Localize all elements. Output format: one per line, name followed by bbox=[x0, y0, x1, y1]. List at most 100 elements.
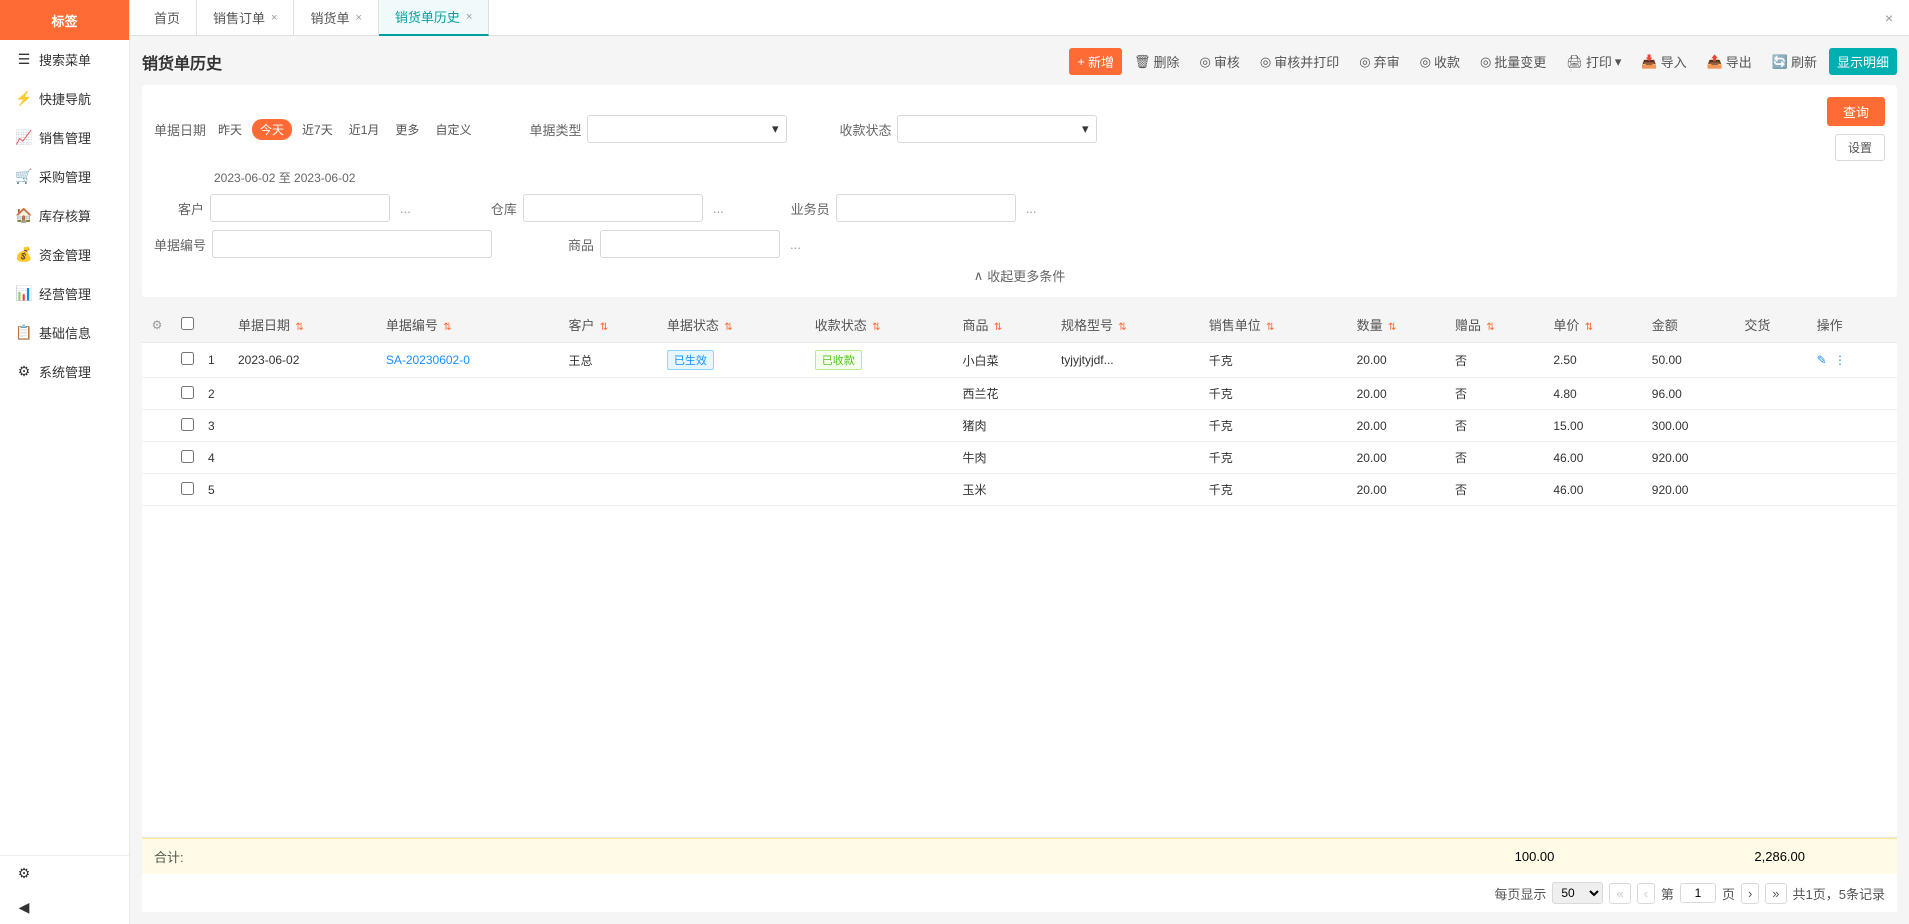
goods-ellipsis[interactable]: ... bbox=[786, 235, 805, 254]
col-unit-price[interactable]: 单价 ⇅ bbox=[1547, 307, 1645, 343]
page-header: 销货单历史 + 新增 🗑 删除 ◎ 审核 ◎ 审核并打印 bbox=[142, 48, 1897, 75]
date-btn-more[interactable]: 更多 bbox=[389, 119, 425, 140]
basic-info-icon: 📋 bbox=[15, 324, 33, 342]
date-btn-custom[interactable]: 自定义 bbox=[429, 119, 477, 140]
print-dropdown-icon: ▾ bbox=[1615, 54, 1622, 70]
tab-sales-order-close[interactable]: × bbox=[271, 12, 277, 24]
sidebar-item-quick-nav[interactable]: ⚡ 快捷导航 bbox=[0, 79, 129, 118]
sidebar-item-search-menu[interactable]: ☰ 搜索菜单 bbox=[0, 40, 129, 79]
delete-button[interactable]: 🗑 删除 bbox=[1126, 48, 1188, 75]
salesperson-input[interactable] bbox=[836, 194, 1016, 222]
row4-gift: 否 bbox=[1449, 442, 1547, 474]
sidebar-item-ops-mgmt[interactable]: 📊 经营管理 bbox=[0, 274, 129, 313]
row5-no: 5 bbox=[202, 474, 232, 506]
tab-sales-history[interactable]: 销货单历史 × bbox=[379, 0, 489, 36]
audit-button[interactable]: ◎ 审核 bbox=[1192, 48, 1248, 75]
sidebar-item-sales-mgmt[interactable]: 📈 销售管理 bbox=[0, 118, 129, 157]
row5-gift: 否 bbox=[1449, 474, 1547, 506]
page-number-input[interactable] bbox=[1680, 883, 1716, 903]
query-button[interactable]: 查询 bbox=[1827, 97, 1885, 126]
col-trade: 交货 bbox=[1738, 307, 1810, 343]
abandon-button[interactable]: ◎ 弃审 bbox=[1351, 48, 1407, 75]
col-quantity[interactable]: 数量 ⇅ bbox=[1351, 307, 1449, 343]
goods-input[interactable] bbox=[600, 230, 780, 258]
row1-edit-btn[interactable]: ✎ bbox=[1817, 353, 1827, 367]
date-btn-last7days[interactable]: 近7天 bbox=[296, 119, 339, 140]
print-button[interactable]: 🖨 打印 ▾ bbox=[1558, 48, 1629, 75]
sidebar-item-basic-info[interactable]: 📋 基础信息 bbox=[0, 313, 129, 352]
row1-more-btn[interactable]: ⋮ bbox=[1834, 353, 1846, 367]
row1-unit-price: 2.50 bbox=[1547, 343, 1645, 378]
row5-unit-price: 46.00 bbox=[1547, 474, 1645, 506]
new-button[interactable]: + 新增 bbox=[1069, 48, 1122, 75]
next-page-btn[interactable]: › bbox=[1741, 883, 1759, 904]
col-gift[interactable]: 赠品 ⇅ bbox=[1449, 307, 1547, 343]
import-button[interactable]: 📥 导入 bbox=[1633, 48, 1694, 75]
customer-sort-icon: ⇅ bbox=[600, 322, 608, 333]
sidebar-settings-btn[interactable]: ⚙ bbox=[0, 856, 129, 890]
tab-sales-goods[interactable]: 销货单 × bbox=[294, 0, 378, 36]
customer-ellipsis[interactable]: ... bbox=[396, 199, 415, 218]
col-sales-unit[interactable]: 销售单位 ⇅ bbox=[1203, 307, 1351, 343]
set-button[interactable]: 设置 bbox=[1835, 134, 1885, 161]
first-page-btn[interactable]: « bbox=[1609, 883, 1630, 904]
tab-sales-goods-close[interactable]: × bbox=[355, 12, 361, 24]
collect-status-label: 收款状态 bbox=[839, 120, 891, 139]
refresh-icon: 🔄 bbox=[1772, 54, 1788, 70]
last-page-btn[interactable]: » bbox=[1765, 883, 1786, 904]
filter-goods: 商品 ... bbox=[544, 230, 805, 258]
tab-sales-order[interactable]: 销售订单 × bbox=[197, 0, 294, 36]
sidebar-item-sys-mgmt[interactable]: ⚙ 系统管理 bbox=[0, 352, 129, 391]
col-doc-date[interactable]: 单据日期 ⇅ bbox=[232, 307, 380, 343]
row1-customer: 王总 bbox=[563, 343, 661, 378]
col-doc-no[interactable]: 单据编号 ⇅ bbox=[380, 307, 563, 343]
salesperson-ellipsis[interactable]: ... bbox=[1022, 199, 1041, 218]
col-checkbox[interactable] bbox=[172, 307, 202, 343]
tab-home[interactable]: 首页 bbox=[138, 0, 197, 36]
col-goods[interactable]: 商品 ⇅ bbox=[957, 307, 1055, 343]
customer-input[interactable] bbox=[210, 194, 390, 222]
date-btn-yesterday[interactable]: 昨天 bbox=[212, 119, 248, 140]
col-spec[interactable]: 规格型号 ⇅ bbox=[1055, 307, 1203, 343]
export-button[interactable]: 📤 导出 bbox=[1699, 48, 1760, 75]
doc-type-select[interactable]: ▾ bbox=[587, 115, 787, 143]
filter-collapse-btn[interactable]: ∧ 收起更多条件 bbox=[154, 266, 1885, 285]
collect-status-select[interactable]: ▾ bbox=[897, 115, 1097, 143]
doc-no-input[interactable] bbox=[212, 230, 492, 258]
collect-button[interactable]: ◎ 收款 bbox=[1412, 48, 1468, 75]
sales-unit-sort-icon: ⇅ bbox=[1266, 322, 1274, 333]
select-all-checkbox[interactable] bbox=[181, 317, 194, 330]
table-row: 2 西兰花 千克 20.00 否 4.80 96.00 bbox=[142, 378, 1897, 410]
collapse-icon: ◀ bbox=[15, 898, 33, 916]
show-detail-button[interactable]: 显示明细 bbox=[1829, 48, 1897, 75]
col-doc-status[interactable]: 单据状态 ⇅ bbox=[661, 307, 809, 343]
row4-unit-price: 46.00 bbox=[1547, 442, 1645, 474]
audit-print-button[interactable]: ◎ 审核并打印 bbox=[1252, 48, 1347, 75]
date-btn-last1month[interactable]: 近1月 bbox=[343, 119, 386, 140]
warehouse-input[interactable] bbox=[523, 194, 703, 222]
warehouse-ellipsis[interactable]: ... bbox=[709, 199, 728, 218]
refresh-button[interactable]: 🔄 刷新 bbox=[1764, 48, 1825, 75]
row1-doc-no[interactable]: SA-20230602-0 bbox=[380, 343, 563, 378]
sidebar-item-purchase-mgmt[interactable]: 🛒 采购管理 bbox=[0, 157, 129, 196]
doc-date-sort-icon: ⇅ bbox=[295, 322, 303, 333]
sidebar-item-fund-mgmt[interactable]: 💰 资金管理 bbox=[0, 235, 129, 274]
row1-goods: 小白菜 bbox=[957, 343, 1055, 378]
sidebar-item-inventory-calc[interactable]: 🏠 库存核算 bbox=[0, 196, 129, 235]
tab-sales-history-close[interactable]: × bbox=[466, 11, 472, 23]
prev-page-btn[interactable]: ‹ bbox=[1637, 883, 1655, 904]
filter-doc-no: 单据编号 bbox=[154, 230, 492, 258]
fund-mgmt-icon: 💰 bbox=[15, 246, 33, 264]
sidebar-item-label: 基础信息 bbox=[39, 323, 91, 342]
col-settings[interactable]: ⚙ bbox=[142, 307, 172, 343]
search-menu-icon: ☰ bbox=[15, 51, 33, 69]
window-close-btn[interactable]: × bbox=[1877, 10, 1901, 26]
filter-doc-type: 单据类型 ▾ bbox=[529, 115, 787, 143]
batch-change-button[interactable]: ◎ 批量变更 bbox=[1472, 48, 1554, 75]
per-page-select[interactable]: 50 100 200 bbox=[1552, 882, 1603, 904]
date-btn-today[interactable]: 今天 bbox=[252, 119, 292, 140]
col-customer[interactable]: 客户 ⇅ bbox=[563, 307, 661, 343]
col-collect-status[interactable]: 收款状态 ⇅ bbox=[809, 307, 957, 343]
sidebar-collapse-btn[interactable]: ◀ bbox=[0, 890, 129, 924]
row1-checkbox[interactable] bbox=[172, 343, 202, 378]
